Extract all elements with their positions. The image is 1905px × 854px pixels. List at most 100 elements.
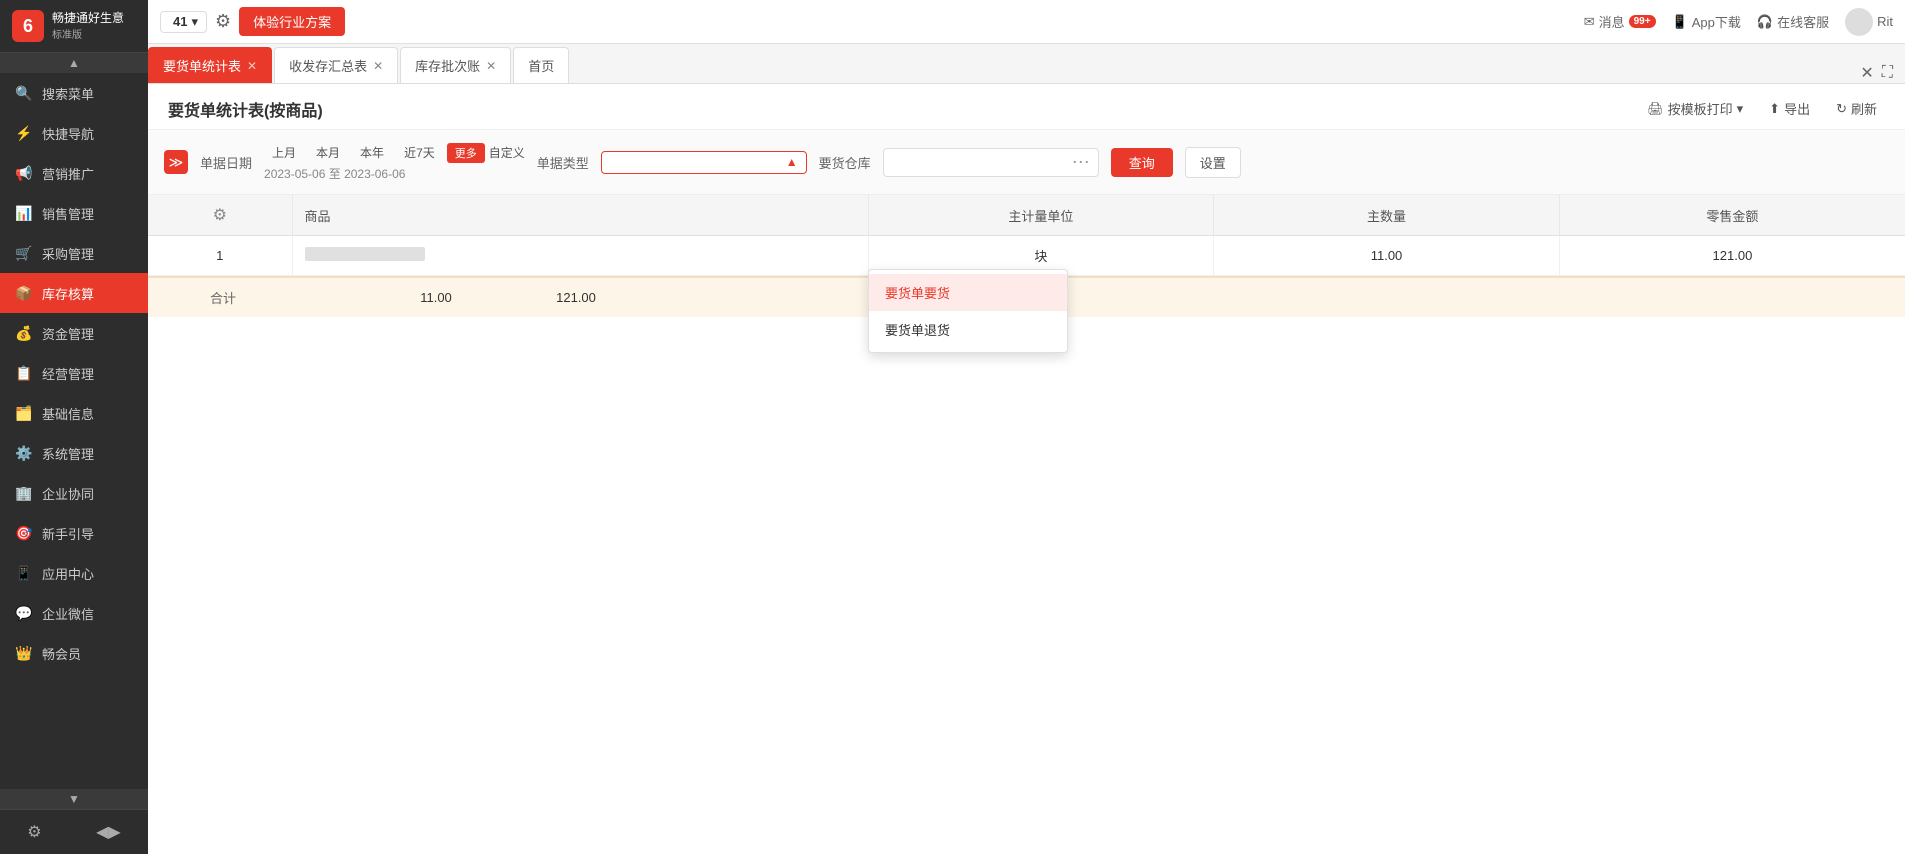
tab-order-stats[interactable]: 要货单统计表✕	[148, 47, 272, 83]
messages-badge: 99+	[1629, 15, 1656, 28]
type-filter-input-container: ▲	[601, 151, 807, 174]
date-group: 上月 本月 本年 近7天 更多 自定义 2023-05-06 至 2023-06…	[264, 142, 525, 182]
export-btn[interactable]: ⬆ 导出	[1761, 96, 1818, 121]
header-settings-icon[interactable]: ⚙	[215, 11, 231, 32]
store-chevron-icon: ▾	[191, 14, 198, 30]
headset-icon: 🎧	[1757, 14, 1773, 30]
sidebar-scroll-up[interactable]: ▲	[0, 53, 148, 73]
sidebar-settings-btn[interactable]: ⚙	[19, 818, 49, 846]
sidebar-nav: 🔍搜索菜单⚡快捷导航📢营销推广📊销售管理🛒采购管理📦库存核算💰资金管理📋经营管理…	[0, 73, 148, 789]
last-7days-btn[interactable]: 近7天	[396, 142, 443, 163]
sidebar-item-label-enterprise: 企业协同	[42, 484, 94, 503]
tab-expand[interactable]: ⛶	[1882, 64, 1893, 82]
sidebar-collapse-btn[interactable]: ◀▶	[88, 818, 129, 846]
sidebar-item-system[interactable]: ⚙️系统管理	[0, 433, 148, 473]
sidebar-item-inventory[interactable]: 📦库存核算	[0, 273, 148, 313]
table-container: ⚙ 商品 主计量单位 主数量 零售金额 1 块 11.00 121.00	[148, 195, 1905, 276]
dropdown-item-requisition[interactable]: 要货单要货	[869, 274, 1067, 311]
table-header-row: ⚙ 商品 主计量单位 主数量 零售金额	[148, 195, 1905, 236]
sidebar-scroll-down[interactable]: ▼	[0, 789, 148, 809]
type-filter-chevron-icon[interactable]: ▲	[786, 155, 798, 169]
sidebar-item-enterprise[interactable]: 🏢企业协同	[0, 473, 148, 513]
this-year-btn[interactable]: 本年	[352, 142, 392, 163]
app-name: 畅捷通好生意	[52, 11, 124, 27]
app-download-btn[interactable]: 📱 App下载	[1672, 12, 1741, 31]
header-left: 41 ▾ ⚙ 体验行业方案	[160, 7, 345, 36]
tabs-right-actions: ✕ ⛶	[1848, 63, 1905, 83]
tab-close-inventory-batch[interactable]: ✕	[486, 59, 496, 73]
sidebar-item-quick-nav[interactable]: ⚡快捷导航	[0, 113, 148, 153]
this-month-btn[interactable]: 本月	[308, 142, 348, 163]
tab-close-all[interactable]: ✕	[1860, 63, 1873, 83]
type-filter-input[interactable]	[610, 155, 786, 170]
tab-close-order-stats[interactable]: ✕	[247, 59, 257, 73]
custom-date-btn[interactable]: 自定义	[489, 144, 525, 161]
marketing-icon: 📢	[14, 163, 34, 183]
tab-receipt-summary[interactable]: 收发存汇总表✕	[274, 47, 398, 83]
print-chevron-icon: ▾	[1737, 101, 1744, 117]
tab-close-receipt-summary[interactable]: ✕	[373, 59, 383, 73]
sidebar-item-label-wechat: 企业微信	[42, 604, 94, 623]
trial-btn[interactable]: 体验行业方案	[239, 7, 345, 36]
phone-icon: 📱	[1672, 14, 1688, 30]
col-product-header: 商品	[292, 195, 868, 236]
filter-settings-btn[interactable]: 设置	[1185, 147, 1241, 178]
app-version: 标准版	[52, 26, 124, 41]
user-profile[interactable]: Rit	[1845, 8, 1893, 36]
filter-expand-btn[interactable]: ≫	[164, 150, 188, 174]
store-selector[interactable]: 41 ▾	[160, 11, 207, 33]
basic-icon: 🗂️	[14, 403, 34, 423]
tab-inventory-batch[interactable]: 库存批次账✕	[400, 47, 511, 83]
main-area: 41 ▾ ⚙ 体验行业方案 ✉ 消息 99+ 📱 App下载 🎧 在线客服 R	[148, 0, 1905, 854]
table-settings-icon[interactable]: ⚙	[213, 207, 227, 224]
sidebar-item-label-basic: 基础信息	[42, 404, 94, 423]
warehouse-filter-input[interactable]	[892, 155, 1068, 170]
finance-icon: 💰	[14, 323, 34, 343]
date-range-display: 2023-05-06 至 2023-06-06	[264, 165, 525, 182]
sidebar-item-member[interactable]: 👑畅会员	[0, 633, 148, 673]
footer-qty: 11.00	[376, 290, 496, 305]
sidebar-item-sales[interactable]: 📊销售管理	[0, 193, 148, 233]
sidebar-item-guide[interactable]: 🎯 新手引导	[0, 513, 148, 553]
messages-btn[interactable]: ✉ 消息 99+	[1584, 12, 1656, 31]
sidebar-item-operations[interactable]: 📋经营管理	[0, 353, 148, 393]
page-header: 要货单统计表(按商品) 🖨 按模板打印 ▾ ⬆ 导出 ↻ 刷新	[148, 84, 1905, 130]
refresh-btn[interactable]: ↻ 刷新	[1828, 96, 1885, 121]
col-unit-header: 主计量单位	[868, 195, 1214, 236]
cell-amount-0: 121.00	[1559, 236, 1905, 276]
footer-amount: 121.00	[516, 290, 636, 305]
wechat-icon: 💬	[14, 603, 34, 623]
warehouse-more-icon[interactable]: ⋯	[1072, 152, 1090, 173]
tab-home[interactable]: 首页	[513, 47, 569, 83]
query-btn[interactable]: 查询	[1111, 148, 1173, 177]
product-placeholder-0	[305, 247, 425, 261]
dropdown-item-return[interactable]: 要货单退货	[869, 311, 1067, 348]
tabs-bar: 要货单统计表✕收发存汇总表✕库存批次账✕首页 ✕ ⛶	[148, 44, 1905, 84]
sidebar-item-basic[interactable]: 🗂️ 基础信息	[0, 393, 148, 433]
export-icon: ⬆	[1769, 101, 1780, 117]
sidebar: 6 畅捷通好生意 标准版 ▲ 🔍搜索菜单⚡快捷导航📢营销推广📊销售管理🛒采购管理…	[0, 0, 148, 854]
cell-product-0	[292, 236, 868, 276]
more-dates-btn[interactable]: 更多	[447, 143, 485, 163]
sidebar-item-label-system: 系统管理	[42, 444, 94, 463]
sidebar-item-wechat[interactable]: 💬 企业微信	[0, 593, 148, 633]
app-logo-icon: 6	[12, 10, 44, 42]
print-btn[interactable]: 🖨 按模板打印 ▾	[1639, 96, 1751, 121]
purchase-icon: 🛒	[14, 243, 34, 263]
sidebar-item-purchase[interactable]: 🛒采购管理	[0, 233, 148, 273]
sidebar-item-search[interactable]: 🔍搜索菜单	[0, 73, 148, 113]
inventory-icon: 📦	[14, 283, 34, 303]
filter-area: ≫ 单据日期 上月 本月 本年 近7天 更多 自定义 2023-05-06 至 …	[148, 130, 1905, 195]
app-center-icon: 📱	[14, 563, 34, 583]
sidebar-item-app-center[interactable]: 📱应用中心	[0, 553, 148, 593]
last-month-btn[interactable]: 上月	[264, 142, 304, 163]
online-service-btn[interactable]: 🎧 在线客服	[1757, 12, 1829, 31]
sidebar-item-label-guide: 新手引导	[42, 524, 94, 543]
sidebar-item-finance[interactable]: 💰资金管理	[0, 313, 148, 353]
user-name: Rit	[1877, 14, 1893, 29]
guide-icon: 🎯	[14, 523, 34, 543]
sidebar-bottom: ⚙ ◀▶	[0, 809, 148, 854]
sidebar-item-marketing[interactable]: 📢营销推广	[0, 153, 148, 193]
date-shortcuts: 上月 本月 本年 近7天 更多 自定义	[264, 142, 525, 163]
sidebar-item-label-operations: 经营管理	[42, 364, 94, 383]
